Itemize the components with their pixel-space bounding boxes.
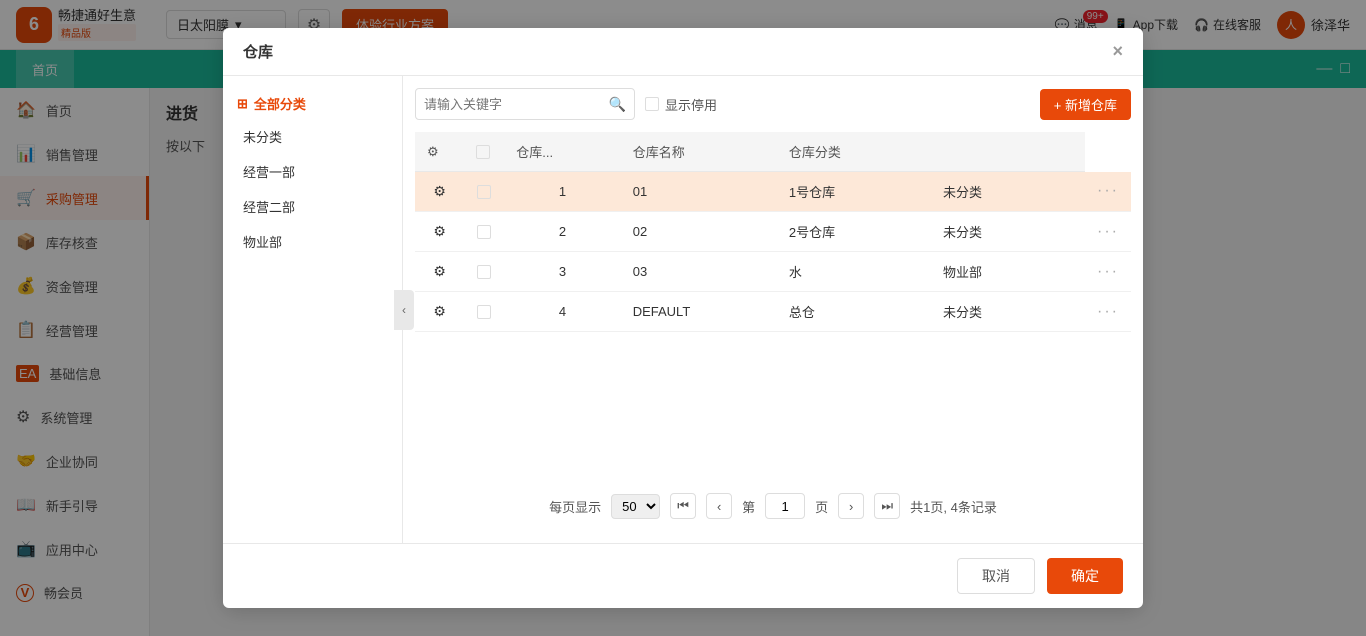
tree-root-item[interactable]: ⊞ 全部分类 bbox=[223, 88, 402, 119]
table-panel: 🔍 显示停用 + 新增仓库 ⚙ bbox=[403, 76, 1143, 543]
modal-header: 仓库 × bbox=[223, 28, 1143, 76]
tree-item-label: 经营一部 bbox=[243, 165, 295, 180]
search-input-wrap: 🔍 bbox=[415, 88, 635, 120]
row-gear[interactable]: ⚙ bbox=[415, 172, 464, 212]
row-actions[interactable]: ··· bbox=[1085, 172, 1131, 212]
row-category: 物业部 bbox=[931, 252, 1085, 292]
page-unit: 页 bbox=[815, 497, 828, 516]
col-name-label: 仓库名称 bbox=[633, 145, 685, 160]
col-header-name: 仓库名称 bbox=[621, 132, 777, 172]
row-index: 1 bbox=[504, 172, 620, 212]
page-label: 第 bbox=[742, 497, 755, 516]
confirm-button[interactable]: 确定 bbox=[1047, 558, 1123, 594]
row-index: 2 bbox=[504, 212, 620, 252]
row-index: 4 bbox=[504, 292, 620, 332]
tree-panel: ⊞ 全部分类 未分类 经营一部 经营二部 物业部 ‹ bbox=[223, 76, 403, 543]
row-index: 3 bbox=[504, 252, 620, 292]
row-category: 未分类 bbox=[931, 172, 1085, 212]
row-category: 未分类 bbox=[931, 292, 1085, 332]
chevron-left-icon: ‹ bbox=[402, 303, 406, 317]
modal-body: ⊞ 全部分类 未分类 经营一部 经营二部 物业部 ‹ bbox=[223, 76, 1143, 543]
grid-icon: ⊞ bbox=[237, 96, 248, 112]
first-page-btn[interactable]: ⏮ bbox=[670, 493, 696, 519]
col-header-code: 仓库... bbox=[504, 132, 620, 172]
show-disabled-wrap: 显示停用 bbox=[645, 95, 717, 114]
row-name: 总仓 bbox=[777, 292, 931, 332]
modal-title: 仓库 bbox=[243, 41, 273, 62]
prev-page-btn[interactable]: ‹ bbox=[706, 493, 732, 519]
total-info: 共1页, 4条记录 bbox=[910, 497, 997, 516]
row-checkbox-cell bbox=[464, 292, 504, 332]
per-page-select[interactable]: 50 bbox=[611, 494, 660, 519]
show-disabled-checkbox[interactable] bbox=[645, 97, 659, 111]
gear-icon: ⚙ bbox=[427, 144, 439, 159]
col-header-actions bbox=[931, 132, 1085, 172]
row-code: 01 bbox=[621, 172, 777, 212]
row-actions[interactable]: ··· bbox=[1085, 212, 1131, 252]
row-checkbox[interactable] bbox=[477, 265, 491, 279]
row-checkbox-cell bbox=[464, 172, 504, 212]
tree-item-uncategorized[interactable]: 未分类 bbox=[223, 119, 402, 154]
warehouse-table: ⚙ 仓库... 仓库名称 仓库 bbox=[415, 132, 1131, 332]
tree-item-property[interactable]: 物业部 bbox=[223, 224, 402, 259]
col-header-gear: ⚙ bbox=[415, 132, 464, 172]
row-name: 水 bbox=[777, 252, 931, 292]
page-input[interactable] bbox=[765, 493, 805, 519]
tree-item-dept2[interactable]: 经营二部 bbox=[223, 189, 402, 224]
row-checkbox[interactable] bbox=[477, 225, 491, 239]
search-icon[interactable]: 🔍 bbox=[609, 96, 626, 113]
row-gear[interactable]: ⚙ bbox=[415, 212, 464, 252]
col-code-label: 仓库... bbox=[516, 145, 553, 160]
table-row[interactable]: ⚙ 2 02 2号仓库 未分类 ··· bbox=[415, 212, 1131, 252]
row-checkbox[interactable] bbox=[477, 185, 491, 199]
tree-item-label: 未分类 bbox=[243, 130, 282, 145]
tree-item-dept1[interactable]: 经营一部 bbox=[223, 154, 402, 189]
row-code: 03 bbox=[621, 252, 777, 292]
select-all-checkbox[interactable] bbox=[476, 145, 490, 159]
row-gear[interactable]: ⚙ bbox=[415, 292, 464, 332]
table-row[interactable]: ⚙ 1 01 1号仓库 未分类 ··· bbox=[415, 172, 1131, 212]
row-checkbox[interactable] bbox=[477, 305, 491, 319]
warehouse-modal: 仓库 × ⊞ 全部分类 未分类 经营一部 经营二部 bbox=[223, 28, 1143, 608]
row-gear[interactable]: ⚙ bbox=[415, 252, 464, 292]
table-row[interactable]: ⚙ 3 03 水 物业部 ··· bbox=[415, 252, 1131, 292]
row-code: DEFAULT bbox=[621, 292, 777, 332]
modal-close-button[interactable]: × bbox=[1112, 41, 1123, 62]
col-header-check bbox=[464, 132, 504, 172]
table-toolbar: 🔍 显示停用 + 新增仓库 bbox=[415, 88, 1131, 120]
row-checkbox-cell bbox=[464, 252, 504, 292]
tree-collapse-btn[interactable]: ‹ bbox=[394, 290, 414, 330]
next-page-btn[interactable]: › bbox=[838, 493, 864, 519]
pagination-bar: 每页显示 50 ⏮ ‹ 第 页 › ⏭ 共1页, 4条记录 bbox=[415, 481, 1131, 531]
row-category: 未分类 bbox=[931, 212, 1085, 252]
row-actions[interactable]: ··· bbox=[1085, 292, 1131, 332]
row-name: 1号仓库 bbox=[777, 172, 931, 212]
row-actions[interactable]: ··· bbox=[1085, 252, 1131, 292]
table-row[interactable]: ⚙ 4 DEFAULT 总仓 未分类 ··· bbox=[415, 292, 1131, 332]
per-page-label: 每页显示 bbox=[549, 497, 601, 516]
row-name: 2号仓库 bbox=[777, 212, 931, 252]
modal-footer: 取消 确定 bbox=[223, 543, 1143, 608]
show-disabled-label: 显示停用 bbox=[665, 95, 717, 114]
tree-root-label: 全部分类 bbox=[254, 94, 306, 113]
add-warehouse-button[interactable]: + 新增仓库 bbox=[1040, 89, 1131, 120]
tree-item-label: 物业部 bbox=[243, 235, 282, 250]
cancel-button[interactable]: 取消 bbox=[957, 558, 1035, 594]
col-header-category: 仓库分类 bbox=[777, 132, 931, 172]
col-category-label: 仓库分类 bbox=[789, 145, 841, 160]
search-input[interactable] bbox=[424, 97, 609, 112]
row-checkbox-cell bbox=[464, 212, 504, 252]
tree-item-label: 经营二部 bbox=[243, 200, 295, 215]
last-page-btn[interactable]: ⏭ bbox=[874, 493, 900, 519]
modal-overlay: 仓库 × ⊞ 全部分类 未分类 经营一部 经营二部 bbox=[0, 0, 1366, 636]
row-code: 02 bbox=[621, 212, 777, 252]
